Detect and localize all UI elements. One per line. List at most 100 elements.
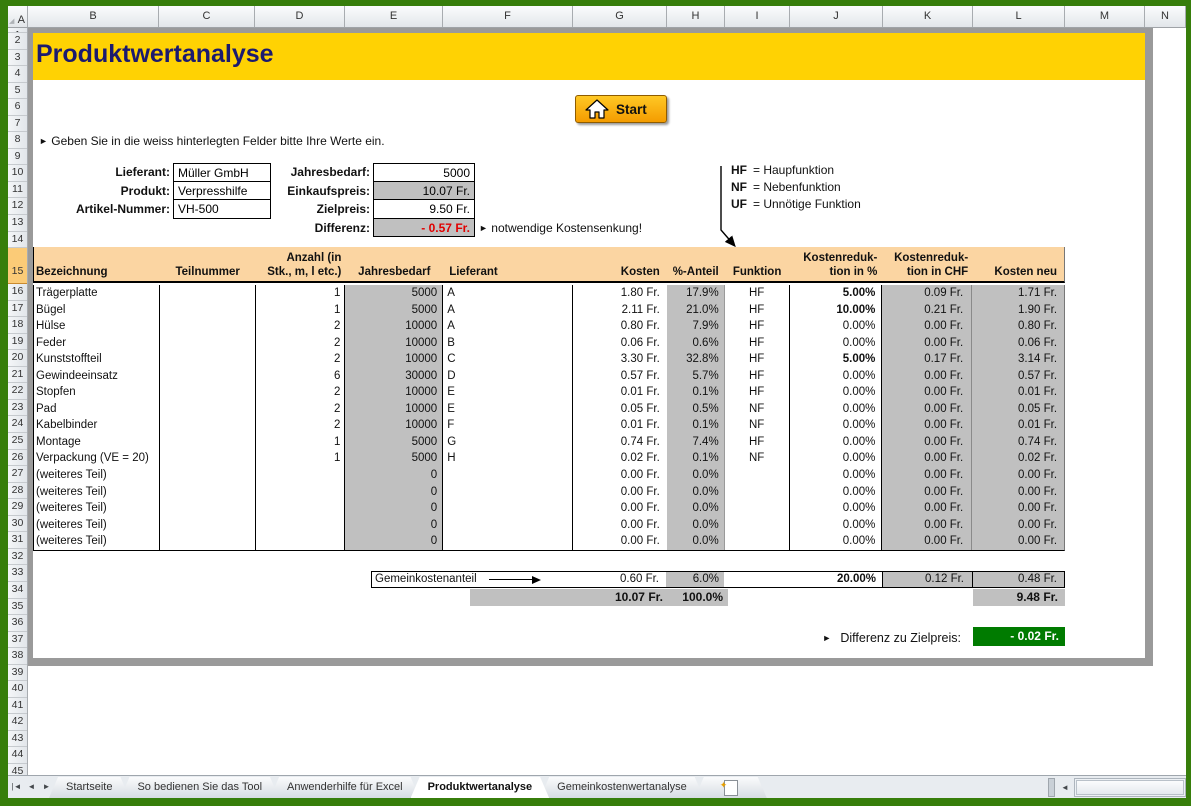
header-kosten[interactable]: Kosten xyxy=(573,247,667,281)
row-header[interactable]: 43 xyxy=(8,731,27,748)
cell-funktion[interactable]: HF xyxy=(725,285,790,302)
column-header[interactable]: E xyxy=(345,6,443,27)
cell-kosten-neu[interactable]: 3.14 Fr. xyxy=(972,351,1064,368)
cell-jahresbedarf[interactable]: 10000 xyxy=(345,318,443,335)
cell-kosten[interactable]: 0.06 Fr. xyxy=(573,335,667,352)
row-header[interactable]: 5 xyxy=(8,83,27,100)
cell-kosten[interactable]: 0.01 Fr. xyxy=(573,417,667,434)
cell-kostenreduktion-chf[interactable]: 0.00 Fr. xyxy=(882,467,972,484)
row-header[interactable]: 4 xyxy=(8,66,27,83)
cell-anzahl[interactable] xyxy=(256,517,346,534)
cell-bezeichnung[interactable]: (weiteres Teil) xyxy=(34,517,160,534)
cell-jahresbedarf[interactable]: 5000 xyxy=(345,450,443,467)
cell-anteil[interactable]: 0.1% xyxy=(667,384,725,401)
totals-anteil[interactable]: 100.0% xyxy=(670,589,728,606)
cell-teilnummer[interactable] xyxy=(160,318,256,335)
cell-funktion[interactable]: NF xyxy=(725,401,790,418)
row-header[interactable]: 35 xyxy=(8,599,27,616)
cell-bezeichnung[interactable]: Feder xyxy=(34,335,160,352)
cell-lieferant[interactable] xyxy=(443,484,573,501)
row-header[interactable]: 21 xyxy=(8,367,27,384)
cell-lieferant[interactable] xyxy=(443,533,573,550)
cell-anteil[interactable]: 0.1% xyxy=(667,450,725,467)
row-header[interactable]: 32 xyxy=(8,549,27,566)
cell-kostenreduktion-prozent[interactable]: 0.00% xyxy=(790,335,883,352)
cell-teilnummer[interactable] xyxy=(160,335,256,352)
cell-kosten[interactable]: 0.57 Fr. xyxy=(573,368,667,385)
cell-funktion[interactable]: HF xyxy=(725,384,790,401)
cell-bezeichnung[interactable]: Hülse xyxy=(34,318,160,335)
cell-lieferant[interactable]: E xyxy=(443,401,573,418)
cell-lieferant[interactable] xyxy=(443,467,573,484)
cell-kosten[interactable]: 0.74 Fr. xyxy=(573,434,667,451)
cell-bezeichnung[interactable]: (weiteres Teil) xyxy=(34,467,160,484)
cell-jahresbedarf[interactable]: 10000 xyxy=(345,384,443,401)
header-teilnummer[interactable]: Teilnummer xyxy=(160,247,256,281)
cell-kostenreduktion-chf[interactable]: 0.17 Fr. xyxy=(882,351,972,368)
row-header[interactable]: 17 xyxy=(8,301,27,318)
row-header[interactable]: 23 xyxy=(8,400,27,417)
row-header[interactable]: 12 xyxy=(8,198,27,215)
row-header[interactable]: 10 xyxy=(8,165,27,182)
cell-funktion[interactable]: HF xyxy=(725,368,790,385)
cell-jahresbedarf[interactable]: 10000 xyxy=(345,417,443,434)
row-header[interactable]: 19 xyxy=(8,334,27,351)
cell-kostenreduktion-chf[interactable]: 0.00 Fr. xyxy=(882,533,972,550)
cell-kostenreduktion-prozent[interactable]: 0.00% xyxy=(790,450,883,467)
cell-funktion[interactable]: HF xyxy=(725,351,790,368)
cell-kosten-neu[interactable]: 0.00 Fr. xyxy=(972,517,1064,534)
row-header[interactable]: 13 xyxy=(8,215,27,232)
row-header[interactable]: 42 xyxy=(8,714,27,731)
row-header[interactable]: 20 xyxy=(8,350,27,367)
cell-jahresbedarf[interactable]: 5000 xyxy=(345,285,443,302)
cell-kostenreduktion-prozent[interactable]: 0.00% xyxy=(790,401,883,418)
totals-kosten[interactable]: 10.07 Fr. xyxy=(576,589,670,606)
column-header[interactable]: I xyxy=(725,6,790,27)
row-header[interactable]: 29 xyxy=(8,499,27,516)
row-header[interactable]: 18 xyxy=(8,317,27,334)
target-diff-value[interactable]: - 0.02 Fr. xyxy=(973,627,1065,646)
cell-kostenreduktion-chf[interactable]: 0.00 Fr. xyxy=(882,417,972,434)
column-header[interactable]: K xyxy=(883,6,973,27)
row-header[interactable]: 22 xyxy=(8,383,27,400)
row-header[interactable]: 33 xyxy=(8,565,27,582)
insert-worksheet-tab[interactable] xyxy=(695,777,767,798)
cell-funktion[interactable]: NF xyxy=(725,417,790,434)
cell-kostenreduktion-chf[interactable]: 0.00 Fr. xyxy=(882,368,972,385)
cell-kosten[interactable]: 2.11 Fr. xyxy=(573,302,667,319)
overhead-anteil[interactable]: 6.0% xyxy=(666,572,724,587)
cell-jahresbedarf[interactable]: 30000 xyxy=(345,368,443,385)
cell-jahresbedarf[interactable]: 0 xyxy=(345,533,443,550)
cell-kostenreduktion-prozent[interactable]: 0.00% xyxy=(790,484,883,501)
worksheet-area[interactable]: Produktwertanalyse Start ► Geben Sie in … xyxy=(28,28,1186,775)
header-kosten-neu[interactable]: Kosten neu xyxy=(972,247,1064,281)
cell-kostenreduktion-prozent[interactable]: 5.00% xyxy=(790,285,883,302)
cell-lieferant[interactable]: A xyxy=(443,302,573,319)
row-header[interactable]: 34 xyxy=(8,582,27,599)
cell-kosten[interactable]: 0.02 Fr. xyxy=(573,450,667,467)
cell-anteil[interactable]: 0.0% xyxy=(667,467,725,484)
cell-kostenreduktion-prozent[interactable]: 0.00% xyxy=(790,368,883,385)
overhead-label-cell[interactable]: Gemeinkostenanteil xyxy=(372,572,572,587)
cell-kosten-neu[interactable]: 0.02 Fr. xyxy=(972,450,1064,467)
cell-kosten[interactable]: 0.00 Fr. xyxy=(573,467,667,484)
cell-anzahl[interactable]: 1 xyxy=(256,285,346,302)
cell-kosten-neu[interactable]: 0.05 Fr. xyxy=(972,401,1064,418)
column-header-a[interactable]: A xyxy=(18,14,25,26)
cell-jahresbedarf[interactable]: 0 xyxy=(345,517,443,534)
column-header[interactable]: L xyxy=(973,6,1065,27)
cell-bezeichnung[interactable]: Bügel xyxy=(34,302,160,319)
cell-jahresbedarf[interactable]: 5000 xyxy=(345,302,443,319)
cell-funktion[interactable]: HF xyxy=(725,434,790,451)
header-kostenreduktion-chf[interactable]: Kostenreduk-tion in CHF xyxy=(882,247,972,281)
row-header[interactable]: 15 xyxy=(8,248,27,284)
cell-jahresbedarf[interactable]: 10000 xyxy=(345,401,443,418)
row-header[interactable]: 6 xyxy=(8,99,27,116)
cell-lieferant[interactable]: E xyxy=(443,384,573,401)
column-header[interactable]: G xyxy=(573,6,667,27)
row-header[interactable]: 8 xyxy=(8,132,27,149)
cell-anzahl[interactable]: 2 xyxy=(256,318,346,335)
cell-kosten[interactable]: 1.80 Fr. xyxy=(573,285,667,302)
cell-bezeichnung[interactable]: Gewindeeinsatz xyxy=(34,368,160,385)
cell-kostenreduktion-chf[interactable]: 0.00 Fr. xyxy=(882,500,972,517)
